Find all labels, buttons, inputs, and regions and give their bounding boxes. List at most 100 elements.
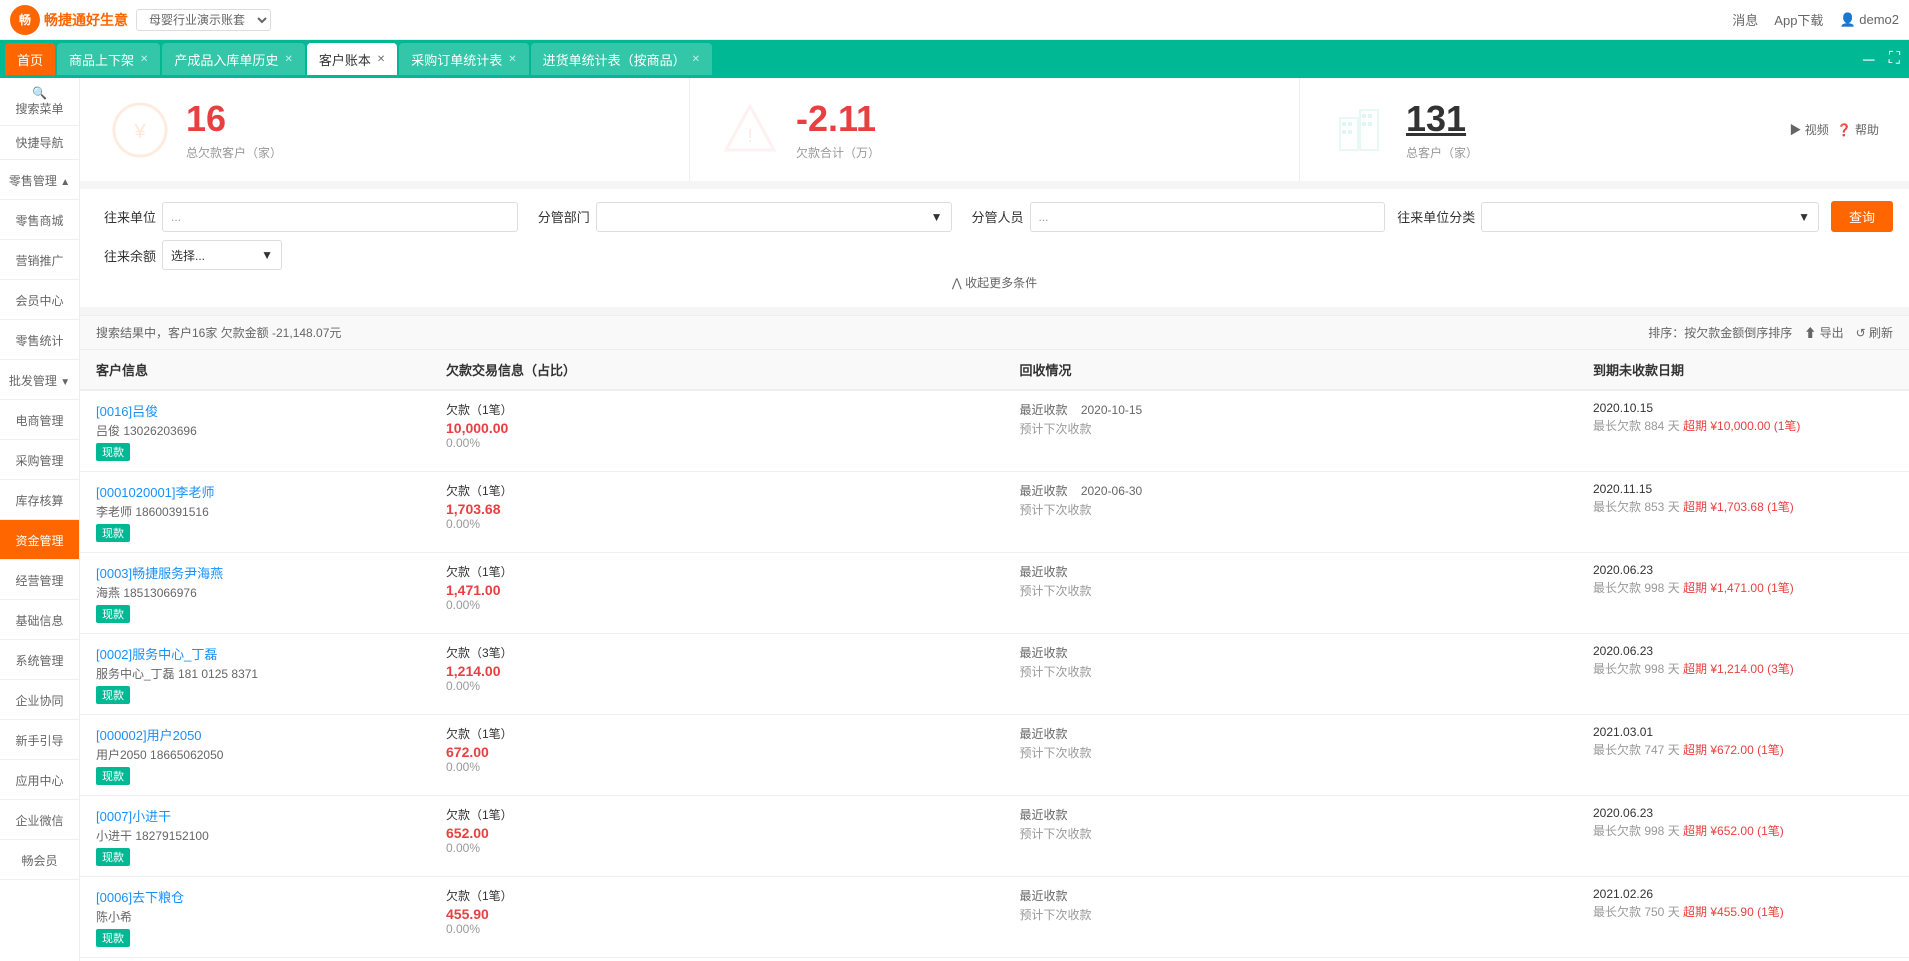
tab-customer-account-close[interactable]: ✕ [377,54,385,65]
nav-collapse-btn[interactable]: － [1857,45,1881,73]
filter-area: 往来单位 ... 分管部门 ▼ 分管人员 ... [80,189,1909,307]
recovery-next-1: 预计下次收款 [1020,420,1594,437]
stat-info-debt-total: -2.11 欠款合计（万） [796,98,1269,161]
store-select[interactable]: 母婴行业演示账套 [136,9,271,31]
sidebar-item-purchase[interactable]: 采购管理 [0,440,79,480]
overdue-amount-7[interactable]: 超期 ¥455.90 (1笔) [1683,905,1784,919]
app-download-btn[interactable]: App下载 [1774,10,1823,29]
tab-purchase-order-label: 采购订单统计表 [411,50,502,69]
tab-products[interactable]: 商品上下架 ✕ [57,43,160,75]
customer-name-2[interactable]: [0001020001]李老师 [96,482,446,501]
customer-phone-4: 服务中心_丁磊 181 0125 8371 [96,665,446,682]
sidebar-item-retail-stats[interactable]: 零售统计 [0,320,79,360]
collapse-icon: ⋀ [952,276,962,290]
sidebar-item-inventory[interactable]: 库存核算 [0,480,79,520]
refresh-btn[interactable]: ↺ 刷新 [1856,324,1893,341]
sidebar-item-member[interactable]: 会员中心 [0,280,79,320]
sidebar-item-marketing[interactable]: 营销推广 [0,240,79,280]
sidebar-item-batch-management[interactable]: 批发管理 ▼ [0,360,79,400]
sidebar-item-finance[interactable]: 资金管理 [0,520,79,560]
nav-expand-btn[interactable]: ⛶ [1885,48,1904,70]
customer-name-6[interactable]: [0007]小进干 [96,806,446,825]
table-row: [0007]小进干 小进干 18279152100 现款 欠款（1笔） 652.… [80,796,1909,877]
table-row: [0006]去下粮仓 陈小希 现款 欠款（1笔） 455.90 0.00% 最近… [80,877,1909,958]
video-btn[interactable]: ▶ 视频 [1789,121,1828,138]
table-row: [0003]畅捷服务尹海燕 海燕 18513066976 现款 欠款（1笔） 1… [80,553,1909,634]
sidebar-item-enterprise[interactable]: 企业协同 [0,680,79,720]
tab-home[interactable]: 首页 [5,43,55,75]
debt-amount-3: 1,471.00 [446,582,1020,598]
collapse-label: 收起更多条件 [965,276,1037,290]
help-btn[interactable]: ❓ 帮助 [1837,121,1879,138]
overdue-days-6: 最长欠款 998 天 超期 ¥652.00 (1笔) [1593,822,1893,839]
tab-stock-stats-close[interactable]: ✕ [692,54,700,65]
table-row: [0016]吕俊 吕俊 13026203696 现款 欠款（1笔） 10,000… [80,391,1909,472]
quick-nav-btn[interactable]: 快捷导航 [0,126,79,160]
overdue-date-5: 2021.03.01 [1593,725,1893,739]
filter-item-balance: 往来余额 选择... ▼ [96,240,336,270]
sidebar-item-guide[interactable]: 新手引导 [0,720,79,760]
filter-input-person[interactable]: ... [1030,202,1386,232]
customer-tag-6: 现款 [96,848,130,866]
sidebar-item-retail-management[interactable]: 零售管理 ▲ [0,160,79,200]
table-row: [0001020001]李老师 李老师 18600391516 现款 欠款（1笔… [80,472,1909,553]
customer-name-3[interactable]: [0003]畅捷服务尹海燕 [96,563,446,582]
debt-amount-2: 1,703.68 [446,501,1020,517]
filter-select-category[interactable]: ▼ [1481,202,1819,232]
result-bar-right: 排序：按欠款金额倒序排序 ⬆ 导出 ↺ 刷新 [1648,324,1893,341]
messages-btn[interactable]: 消息 [1732,10,1758,29]
debt-amount-6: 652.00 [446,825,1020,841]
sidebar-item-basic-info[interactable]: 基础信息 [0,600,79,640]
tab-purchase-history-close[interactable]: ✕ [284,54,292,65]
search-button[interactable]: 查询 [1831,201,1893,232]
stat-card-debt-customers: ¥ 16 总欠款客户（家） [80,78,690,181]
overdue-amount-3[interactable]: 超期 ¥1,471.00 (1笔) [1683,581,1794,595]
tab-stock-stats[interactable]: 进货单统计表（按商品） ✕ [531,43,712,75]
export-btn[interactable]: ⬆ 导出 [1804,324,1843,341]
sidebar-item-retail-store[interactable]: 零售商城 [0,200,79,240]
customer-name-7[interactable]: [0006]去下粮仓 [96,887,446,906]
stat-label-debt-customers: 总欠款客户（家） [186,144,659,161]
overdue-amount-6[interactable]: 超期 ¥652.00 (1笔) [1683,824,1784,838]
debt-count-7: 欠款（1笔） [446,887,1020,904]
tab-products-close[interactable]: ✕ [140,54,148,65]
topbar-left: 畅 畅捷通好生意 母婴行业演示账套 [10,5,271,35]
customer-name-4[interactable]: [0002]服务中心_丁磊 [96,644,446,663]
sidebar-item-ecommerce[interactable]: 电商管理 [0,400,79,440]
nav-tabs-right: － ⛶ [1857,45,1904,73]
debt-amount-4: 1,214.00 [446,663,1020,679]
sidebar-item-vip[interactable]: 畅会员 [0,840,79,880]
sort-label[interactable]: 排序：按欠款金额倒序排序 [1648,324,1792,341]
sidebar-item-system[interactable]: 系统管理 [0,640,79,680]
overdue-amount-2[interactable]: 超期 ¥1,703.68 (1笔) [1683,500,1794,514]
collapse-filter-btn[interactable]: ⋀ 收起更多条件 [96,270,1893,295]
recovery-next-6: 预计下次收款 [1020,825,1594,842]
customer-tag-4: 现款 [96,686,130,704]
filter-select-dept[interactable]: ▼ [596,202,952,232]
overdue-amount-4[interactable]: 超期 ¥1,214.00 (3笔) [1683,662,1794,676]
sidebar-item-apps[interactable]: 应用中心 [0,760,79,800]
tab-purchase-order-close[interactable]: ✕ [508,54,516,65]
filter-input-unit[interactable]: ... [162,202,518,232]
tab-purchase-order[interactable]: 采购订单统计表 ✕ [399,43,528,75]
filter-select-balance[interactable]: 选择... ▼ [162,240,282,270]
tab-products-label: 商品上下架 [69,50,134,69]
sidebar-item-wechat[interactable]: 企业微信 [0,800,79,840]
customer-phone-6: 小进干 18279152100 [96,827,446,844]
search-menu-btn[interactable]: 🔍搜索菜单 [0,78,79,126]
stat-info-total-customers: 131 总客户（家） [1406,98,1773,161]
filter-label-person: 分管人员 [964,207,1024,226]
tab-customer-account[interactable]: 客户账本 ✕ [307,43,397,75]
svg-text:!: ! [747,126,752,146]
tab-purchase-history[interactable]: 产成品入库单历史 ✕ [162,43,304,75]
customer-name-5[interactable]: [000002]用户2050 [96,725,446,744]
overdue-days-2: 最长欠款 853 天 超期 ¥1,703.68 (1笔) [1593,498,1893,515]
recovery-next-2: 预计下次收款 [1020,501,1594,518]
customer-name-1[interactable]: [0016]吕俊 [96,401,446,420]
overdue-date-4: 2020.06.23 [1593,644,1893,658]
user-avatar[interactable]: 👤 demo2 [1839,12,1899,28]
stat-icon-money: ¥ [110,100,170,160]
overdue-amount-5[interactable]: 超期 ¥672.00 (1笔) [1683,743,1784,757]
sidebar-item-operations[interactable]: 经营管理 [0,560,79,600]
overdue-amount-1[interactable]: 超期 ¥10,000.00 (1笔) [1683,419,1800,433]
